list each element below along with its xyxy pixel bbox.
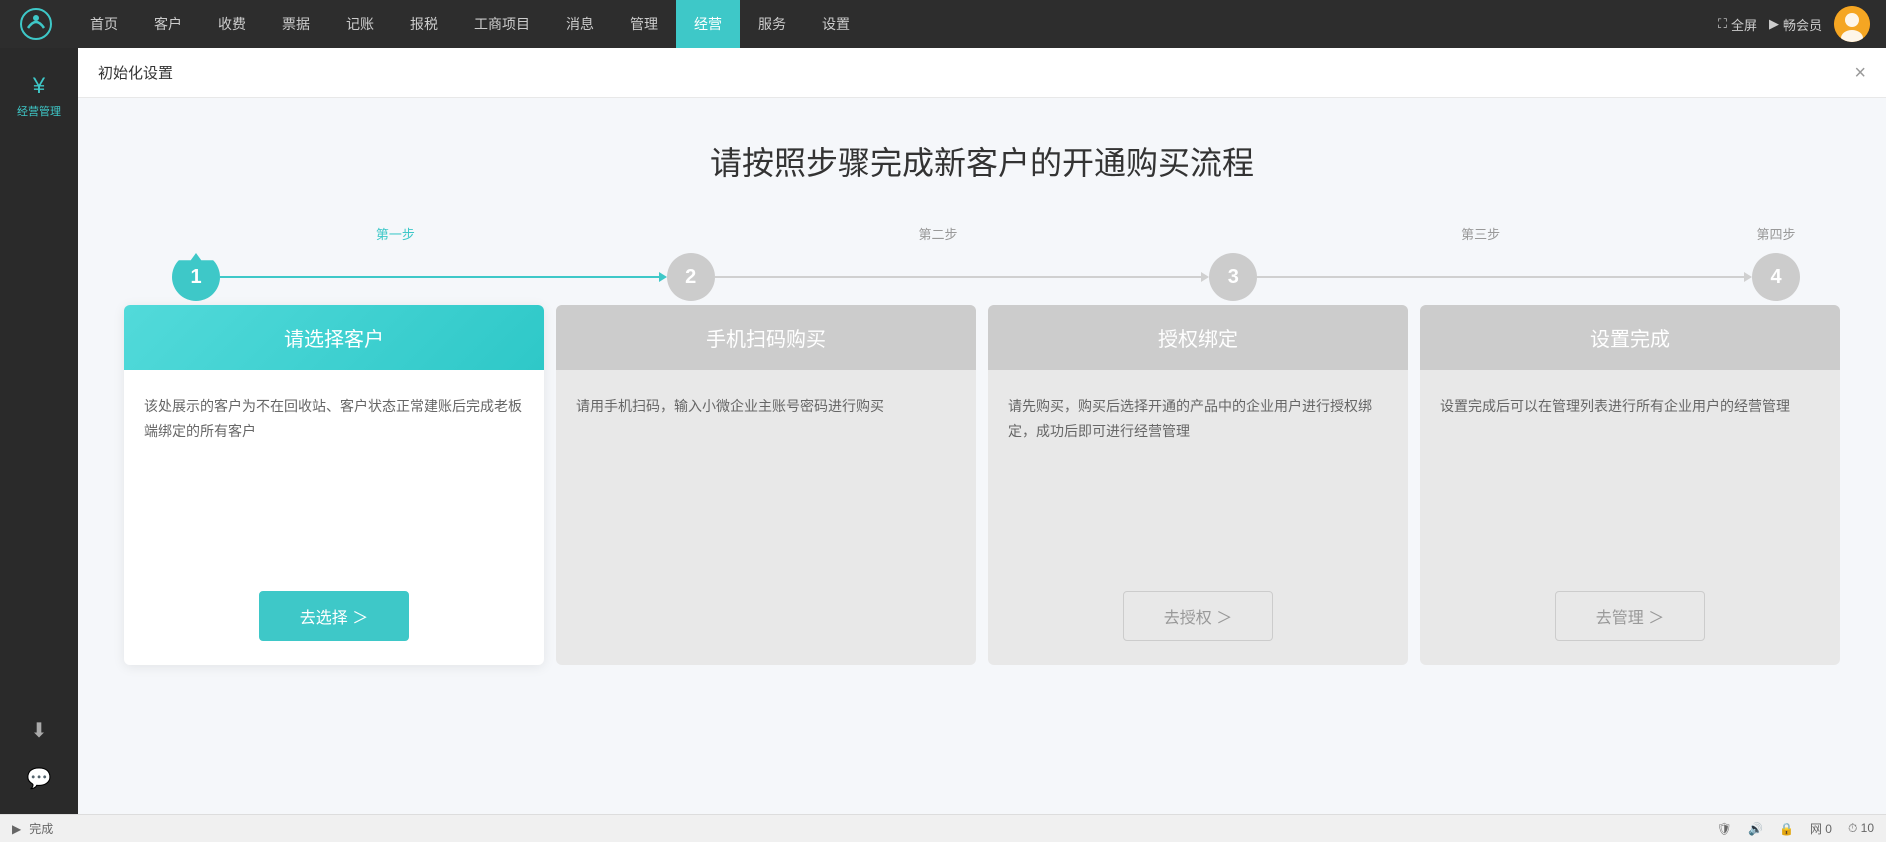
- card1-footer: 去选择 ＞: [124, 591, 544, 665]
- shield-icon: 🛡: [1717, 822, 1732, 836]
- user-avatar[interactable]: [1834, 6, 1870, 42]
- step1-circle: 1: [172, 253, 220, 301]
- main-content: 初始化设置 × 请按照步骤完成新客户的开通购买流程 第一步 1 第二步 2: [78, 48, 1886, 814]
- status-bar-right: 🛡 🔊 🔒 网 0 ⏱ 10: [1717, 820, 1874, 837]
- card3-footer: 去授权 ＞: [988, 591, 1408, 665]
- fullscreen-button[interactable]: ⛶ 全屏: [1718, 15, 1757, 34]
- support-icon: 💬: [27, 766, 52, 791]
- step4-circle: 4: [1752, 253, 1800, 301]
- status-label: 完成: [29, 820, 53, 837]
- step-card-2: 手机扫码购买 请用手机扫码，输入小微企业主账号密码进行购买: [556, 305, 976, 665]
- member-button[interactable]: ▶ 畅会员: [1769, 15, 1822, 34]
- nav-customer[interactable]: 客户: [136, 0, 200, 48]
- step2-label: 第二步: [919, 224, 958, 243]
- step1-label: 第一步: [376, 224, 415, 243]
- step1-action-button[interactable]: 去选择 ＞: [259, 591, 409, 641]
- nav-bookkeeping[interactable]: 记账: [328, 0, 392, 48]
- step4-action-button[interactable]: 去管理 ＞: [1555, 591, 1705, 641]
- left-sidebar: ¥ 经营管理 ⬇ 💬: [0, 48, 78, 814]
- volume-icon: 🔊: [1748, 822, 1763, 836]
- card3-body: 请先购买，购买后选择开通的产品中的企业用户进行授权绑定，成功后即可进行经营管理: [988, 370, 1408, 591]
- step2-line: [715, 276, 1202, 278]
- status-bar: ▶ 完成 🛡 🔊 🔒 网 0 ⏱ 10: [0, 814, 1886, 842]
- download-button[interactable]: ⬇: [19, 710, 59, 750]
- step4-label: 第四步: [1757, 224, 1796, 243]
- step3-circle: 3: [1209, 253, 1257, 301]
- card4-header: 设置完成: [1420, 305, 1840, 370]
- page-title: 初始化设置: [98, 62, 173, 83]
- sidebar-item-operation[interactable]: ¥ 经营管理: [7, 64, 71, 128]
- card1-header: 请选择客户: [124, 305, 544, 370]
- card4-footer: 去管理 ＞: [1420, 591, 1840, 665]
- nav-message[interactable]: 消息: [548, 0, 612, 48]
- step-card-1: 请选择客户 该处展示的客户为不在回收站、客户状态正常建账后完成老板端绑定的所有客…: [124, 305, 544, 665]
- support-button[interactable]: 💬: [19, 758, 59, 798]
- step2-circle: 2: [667, 253, 715, 301]
- play-icon: ▶: [1769, 16, 1779, 32]
- nav-invoice[interactable]: 票据: [264, 0, 328, 48]
- nav-menu: 首页 客户 收费 票据 记账 报税 工商项目 消息 管理 经营 服务 设置: [72, 0, 1718, 48]
- content-area: 请按照步骤完成新客户的开通购买流程 第一步 1 第二步 2: [78, 98, 1886, 705]
- card2-header: 手机扫码购买: [556, 305, 976, 370]
- play-button[interactable]: ▶: [12, 822, 21, 836]
- nav-fee[interactable]: 收费: [200, 0, 264, 48]
- page-header: 初始化设置 ×: [78, 48, 1886, 98]
- sidebar-bottom-items: ⬇ 💬: [19, 710, 59, 798]
- card2-body: 请用手机扫码，输入小微企业主账号密码进行购买: [556, 370, 976, 641]
- timer-status: ⏱ 10: [1848, 821, 1874, 836]
- step-card-3: 授权绑定 请先购买，购买后选择开通的产品中的企业用户进行授权绑定，成功后即可进行…: [988, 305, 1408, 665]
- download-icon: ⬇: [31, 718, 48, 743]
- app-logo: [16, 4, 56, 44]
- nav-business[interactable]: 工商项目: [456, 0, 548, 48]
- main-heading: 请按照步骤完成新客户的开通购买流程: [118, 138, 1846, 184]
- nav-right-actions: ⛶ 全屏 ▶ 畅会员: [1718, 6, 1870, 42]
- network-status: 网 0: [1810, 820, 1832, 837]
- nav-home[interactable]: 首页: [72, 0, 136, 48]
- nav-operation[interactable]: 经营: [676, 0, 740, 48]
- step3-action-button[interactable]: 去授权 ＞: [1123, 591, 1273, 641]
- cards-row: 请选择客户 该处展示的客户为不在回收站、客户状态正常建账后完成老板端绑定的所有客…: [118, 305, 1846, 665]
- card3-header: 授权绑定: [988, 305, 1408, 370]
- card2-footer: [556, 641, 976, 665]
- nav-manage[interactable]: 管理: [612, 0, 676, 48]
- card4-body: 设置完成后可以在管理列表进行所有企业用户的经营管理: [1420, 370, 1840, 591]
- step3-line: [1257, 276, 1744, 278]
- nav-tax[interactable]: 报税: [392, 0, 456, 48]
- nav-service[interactable]: 服务: [740, 0, 804, 48]
- step-card-4: 设置完成 设置完成后可以在管理列表进行所有企业用户的经营管理 去管理 ＞: [1420, 305, 1840, 665]
- card1-body: 该处展示的客户为不在回收站、客户状态正常建账后完成老板端绑定的所有客户: [124, 370, 544, 591]
- top-navigation: 首页 客户 收费 票据 记账 报税 工商项目 消息 管理 经营 服务 设置 ⛶ …: [0, 0, 1886, 48]
- close-button[interactable]: ×: [1854, 63, 1866, 83]
- fullscreen-icon: ⛶: [1718, 16, 1727, 32]
- step3-arrow: [1744, 272, 1752, 282]
- operation-icon: ¥: [33, 73, 45, 99]
- step1-line: [220, 276, 659, 278]
- nav-settings[interactable]: 设置: [804, 0, 868, 48]
- sidebar-item-label: 经营管理: [17, 103, 61, 119]
- lock-icon: 🔒: [1779, 822, 1794, 836]
- step3-label: 第三步: [1461, 224, 1500, 243]
- step2-arrow: [1201, 272, 1209, 282]
- step1-arrow: [659, 272, 667, 282]
